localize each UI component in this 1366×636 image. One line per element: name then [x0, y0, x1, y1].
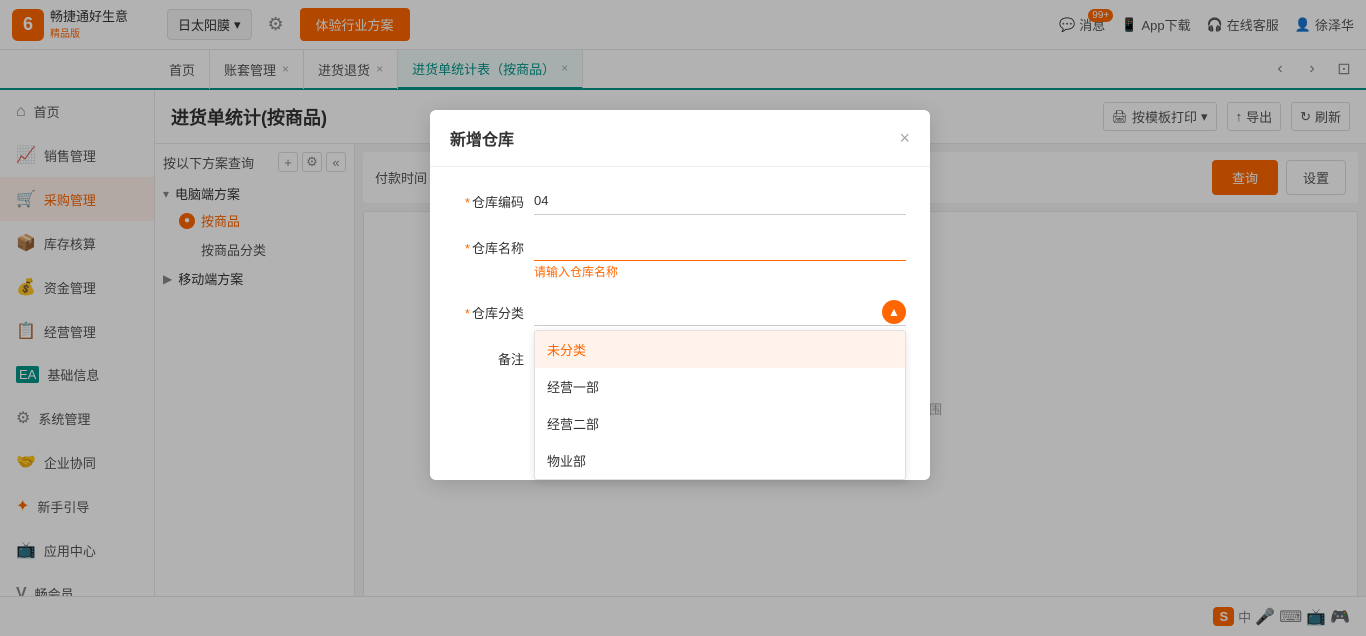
- category-select-wrapper: ▲ 未分类 经营一部 经营二部 物业部: [534, 298, 906, 326]
- dropdown-item-property[interactable]: 物业部: [535, 442, 905, 479]
- dropdown-item-ops1[interactable]: 经营一部: [535, 368, 905, 405]
- dropdown-item-uncategorized[interactable]: 未分类: [535, 331, 905, 368]
- category-dropdown: 未分类 经营一部 经营二部 物业部: [534, 330, 906, 480]
- modal-body: 仓库编码 仓库名称 请输入仓库名称 仓库分类 ▲ 未分类: [430, 167, 930, 410]
- category-label: 仓库分类: [454, 303, 534, 322]
- code-input[interactable]: [534, 187, 906, 215]
- modal-close-button[interactable]: ×: [899, 128, 910, 149]
- code-row: 仓库编码: [454, 187, 906, 215]
- modal-title: 新增仓库: [450, 126, 514, 150]
- add-warehouse-modal: 新增仓库 × 仓库编码 仓库名称 请输入仓库名称 仓库分类: [430, 110, 930, 480]
- name-row: 仓库名称 请输入仓库名称: [454, 233, 906, 280]
- category-row: 仓库分类 ▲ 未分类 经营一部 经营二部 物业部: [454, 298, 906, 326]
- name-input-row: 仓库名称: [454, 233, 906, 261]
- dropdown-item-ops2[interactable]: 经营二部: [535, 405, 905, 442]
- name-error-msg: 请输入仓库名称: [534, 263, 618, 280]
- modal-header: 新增仓库 ×: [430, 110, 930, 167]
- name-label: 仓库名称: [454, 238, 534, 257]
- category-input[interactable]: [534, 298, 906, 326]
- name-input[interactable]: [534, 233, 906, 261]
- category-arrow-btn[interactable]: ▲: [882, 300, 906, 324]
- note-label: 备注: [454, 349, 534, 368]
- code-label: 仓库编码: [454, 192, 534, 211]
